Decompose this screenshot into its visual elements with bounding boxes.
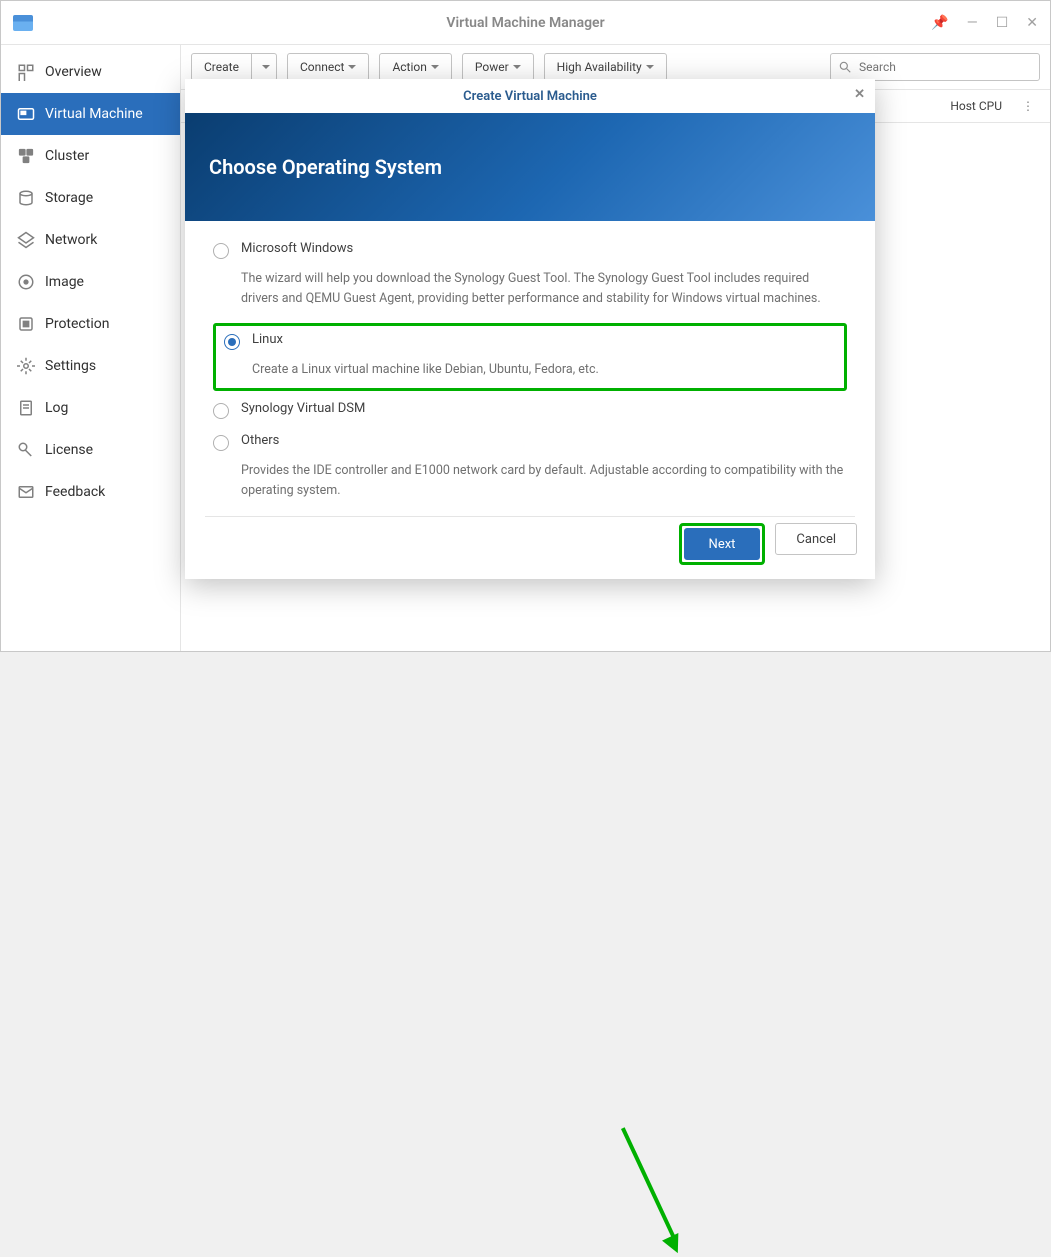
sidebar-item-label: License <box>45 442 93 458</box>
sidebar-item-feedback[interactable]: Feedback <box>1 471 180 513</box>
radio-linux[interactable] <box>224 334 240 350</box>
search-input[interactable] <box>830 53 1040 81</box>
sidebar-item-storage[interactable]: Storage <box>1 177 180 219</box>
modal-banner: Choose Operating System <box>185 113 875 221</box>
chevron-down-icon <box>513 65 521 69</box>
option-windows[interactable]: Microsoft Windows <box>213 241 847 259</box>
sidebar-item-label: Virtual Machine <box>45 106 143 122</box>
protection-icon <box>17 315 35 333</box>
sidebar-item-log[interactable]: Log <box>1 387 180 429</box>
titlebar: Virtual Machine Manager 📌 — ☐ ✕ <box>1 1 1050 45</box>
app-icon <box>13 15 33 31</box>
app-window: Virtual Machine Manager 📌 — ☐ ✕ Overview… <box>0 0 1051 652</box>
option-vdsm[interactable]: Synology Virtual DSM <box>213 401 847 419</box>
sidebar-item-cluster[interactable]: Cluster <box>1 135 180 177</box>
network-icon <box>17 231 35 249</box>
sidebar-item-label: Network <box>45 232 97 248</box>
option-others[interactable]: Others <box>213 433 847 451</box>
high-availability-button[interactable]: High Availability <box>544 53 667 81</box>
pin-icon[interactable]: 📌 <box>931 15 948 31</box>
power-button[interactable]: Power <box>462 53 534 81</box>
highlighted-next: Next <box>679 523 766 565</box>
radio-others[interactable] <box>213 435 229 451</box>
option-description: Create a Linux virtual machine like Debi… <box>252 360 836 380</box>
option-linux[interactable]: Linux <box>224 332 836 350</box>
search-box <box>830 53 1040 81</box>
window-title: Virtual Machine Manager <box>446 15 604 31</box>
create-vm-modal: Create Virtual Machine ✕ Choose Operatin… <box>185 79 875 579</box>
modal-close-icon[interactable]: ✕ <box>854 87 865 102</box>
next-button[interactable]: Next <box>684 528 761 560</box>
action-button[interactable]: Action <box>379 53 451 81</box>
sidebar-item-label: Cluster <box>45 148 89 164</box>
sidebar-item-settings[interactable]: Settings <box>1 345 180 387</box>
option-label: Microsoft Windows <box>241 241 353 256</box>
image-icon <box>17 273 35 291</box>
sidebar-item-label: Protection <box>45 316 109 332</box>
sidebar-item-label: Log <box>45 400 68 416</box>
close-icon[interactable]: ✕ <box>1026 15 1038 31</box>
feedback-icon <box>17 483 35 501</box>
settings-icon <box>17 357 35 375</box>
create-button[interactable]: Create <box>191 53 252 81</box>
option-label: Others <box>241 433 279 448</box>
sidebar-item-label: Settings <box>45 358 96 374</box>
column-more-icon[interactable]: ⋮ <box>1012 99 1050 113</box>
modal-title: Create Virtual Machine ✕ <box>185 79 875 113</box>
log-icon <box>17 399 35 417</box>
highlighted-option: Linux Create a Linux virtual machine lik… <box>213 323 847 391</box>
option-label: Linux <box>252 332 283 347</box>
column-host-cpu[interactable]: Host CPU <box>940 99 1012 113</box>
connect-button[interactable]: Connect <box>287 53 369 81</box>
chevron-down-icon <box>262 65 270 69</box>
chevron-down-icon <box>348 65 356 69</box>
cancel-button[interactable]: Cancel <box>775 523 857 555</box>
sidebar-item-image[interactable]: Image <box>1 261 180 303</box>
sidebar-item-label: Storage <box>45 190 93 206</box>
sidebar-item-network[interactable]: Network <box>1 219 180 261</box>
search-icon <box>838 60 852 74</box>
sidebar: Overview Virtual Machine Cluster Storage… <box>1 45 181 651</box>
option-description: The wizard will help you download the Sy… <box>241 269 847 309</box>
radio-vdsm[interactable] <box>213 403 229 419</box>
overview-icon <box>17 63 35 81</box>
divider <box>205 516 855 517</box>
sidebar-item-label: Feedback <box>45 484 105 500</box>
create-dropdown[interactable] <box>252 53 277 81</box>
sidebar-item-overview[interactable]: Overview <box>1 51 180 93</box>
storage-icon <box>17 189 35 207</box>
chevron-down-icon <box>431 65 439 69</box>
chevron-down-icon <box>646 65 654 69</box>
maximize-icon[interactable]: ☐ <box>996 15 1009 31</box>
vm-icon <box>17 105 35 123</box>
cluster-icon <box>17 147 35 165</box>
option-label: Synology Virtual DSM <box>241 401 365 416</box>
sidebar-item-label: Image <box>45 274 84 290</box>
sidebar-item-label: Overview <box>45 64 102 80</box>
sidebar-item-license[interactable]: License <box>1 429 180 471</box>
sidebar-item-virtual-machine[interactable]: Virtual Machine <box>1 93 180 135</box>
sidebar-item-protection[interactable]: Protection <box>1 303 180 345</box>
radio-windows[interactable] <box>213 243 229 259</box>
option-description: Provides the IDE controller and E1000 ne… <box>241 461 847 501</box>
minimize-icon[interactable]: — <box>967 15 978 31</box>
license-icon <box>17 441 35 459</box>
